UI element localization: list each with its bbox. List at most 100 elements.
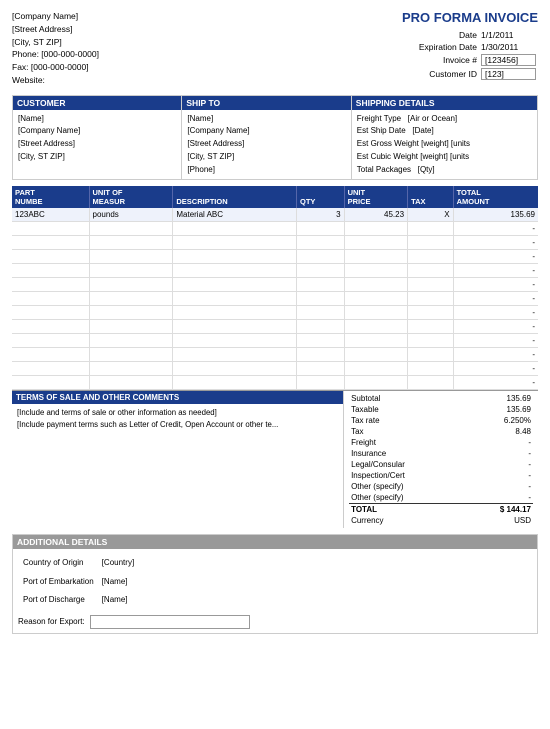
website: Website: (12, 74, 99, 87)
table-cell (173, 348, 297, 362)
customer-id-label: Customer ID (417, 67, 479, 81)
table-cell (173, 250, 297, 264)
origin-label: Country of Origin (20, 555, 97, 571)
table-cell (344, 222, 407, 236)
col-unit: UNIT OFMEASUR (89, 186, 173, 208)
ship-to-section: SHIP TO [Name] [Company Name] [Street Ad… (181, 95, 350, 181)
customer-header: CUSTOMER (13, 96, 181, 110)
table-cell (12, 348, 89, 362)
company-name: [Company Name] (12, 10, 99, 23)
table-cell (344, 278, 407, 292)
subtotal-value: 135.69 (463, 393, 533, 404)
table-cell (297, 376, 345, 390)
gross-weight-row: Est Gross Weight [weight] [units (357, 138, 532, 151)
street-address: [Street Address] (12, 23, 99, 36)
table-row: - (12, 278, 538, 292)
invoice-num-label: Invoice # (417, 53, 479, 67)
other1-row: Other (specify) - (349, 481, 533, 492)
table-cell (297, 264, 345, 278)
freight-value: - (463, 437, 533, 448)
gross-weight-label: Est Gross Weight (357, 139, 419, 148)
table-cell (344, 292, 407, 306)
origin-row: Country of Origin [Country] (20, 555, 137, 571)
table-cell (408, 376, 454, 390)
customer-id-input[interactable]: [123] (481, 68, 536, 80)
table-cell (89, 292, 173, 306)
table-cell (173, 222, 297, 236)
customer-section: CUSTOMER [Name] [Company Name] [Street A… (12, 95, 181, 181)
table-cell (408, 278, 454, 292)
table-cell (89, 264, 173, 278)
sender-info: [Company Name] [Street Address] [City, S… (12, 10, 99, 87)
currency-value: USD (463, 515, 533, 526)
table-cell (173, 278, 297, 292)
embarkation-row: Port of Embarkation [Name] (20, 574, 137, 590)
table-cell (408, 292, 454, 306)
table-cell: - (453, 348, 538, 362)
invoice-number-input[interactable]: [123456] (481, 54, 536, 66)
table-cell: - (453, 362, 538, 376)
insurance-value: - (463, 448, 533, 459)
table-cell (173, 376, 297, 390)
table-cell (408, 362, 454, 376)
table-cell (89, 306, 173, 320)
table-cell: - (453, 264, 538, 278)
reason-input[interactable] (90, 615, 250, 629)
date-label: Date (417, 29, 479, 41)
subtotal-row: Subtotal 135.69 (349, 393, 533, 404)
terms-line1: [Include and terms of sale or other info… (17, 407, 338, 419)
tax-row: Tax 8.48 (349, 426, 533, 437)
customer-city: [City, ST ZIP] (18, 151, 176, 164)
terms-header: TERMS OF SALE AND OTHER COMMENTS (12, 391, 343, 404)
table-cell (408, 348, 454, 362)
table-cell (12, 320, 89, 334)
terms-line2: [Include payment terms such as Letter of… (17, 419, 338, 431)
shipping-section: SHIPPING DETAILS Freight Type [Air or Oc… (351, 95, 538, 181)
inspection-label: Inspection/Cert (349, 470, 463, 481)
col-qty: QTY (297, 186, 345, 208)
table-cell (297, 320, 345, 334)
tax-label: Tax (349, 426, 463, 437)
cubic-weight-label: Est Cubic Weight (357, 152, 418, 161)
table-cell (344, 320, 407, 334)
table-cell (297, 306, 345, 320)
additional-table: Country of Origin [Country] Port of Emba… (18, 553, 139, 610)
tax-value: 8.48 (463, 426, 533, 437)
table-cell (297, 236, 345, 250)
table-cell: 123ABC (12, 208, 89, 222)
table-cell (297, 278, 345, 292)
table-cell (12, 306, 89, 320)
table-cell (12, 222, 89, 236)
table-cell (408, 320, 454, 334)
table-row: - (12, 236, 538, 250)
table-cell: - (453, 376, 538, 390)
additional-section: ADDITIONAL DETAILS Country of Origin [Co… (12, 534, 538, 634)
table-cell (297, 334, 345, 348)
other1-label: Other (specify) (349, 481, 463, 492)
discharge-label: Port of Discharge (20, 592, 97, 608)
table-row: - (12, 306, 538, 320)
table-cell (408, 222, 454, 236)
table-cell (297, 348, 345, 362)
table-cell (408, 306, 454, 320)
table-cell (12, 362, 89, 376)
table-cell: pounds (89, 208, 173, 222)
table-cell (408, 250, 454, 264)
customer-street: [Street Address] (18, 138, 176, 151)
table-cell (173, 292, 297, 306)
table-cell (344, 362, 407, 376)
other2-row: Other (specify) - (349, 492, 533, 504)
additional-body: Country of Origin [Country] Port of Emba… (13, 549, 537, 633)
embarkation-value: [Name] (99, 574, 137, 590)
insurance-label: Insurance (349, 448, 463, 459)
table-row: - (12, 320, 538, 334)
packages-label: Total Packages (357, 165, 411, 174)
expiration-label: Expiration Date (417, 41, 479, 53)
table-cell: 45.23 (344, 208, 407, 222)
total-label: TOTAL (349, 504, 463, 516)
inspection-row: Inspection/Cert - (349, 470, 533, 481)
taxrate-row: Tax rate 6.250% (349, 415, 533, 426)
reason-label: Reason for Export: (18, 615, 85, 629)
table-cell (344, 250, 407, 264)
table-cell (408, 264, 454, 278)
